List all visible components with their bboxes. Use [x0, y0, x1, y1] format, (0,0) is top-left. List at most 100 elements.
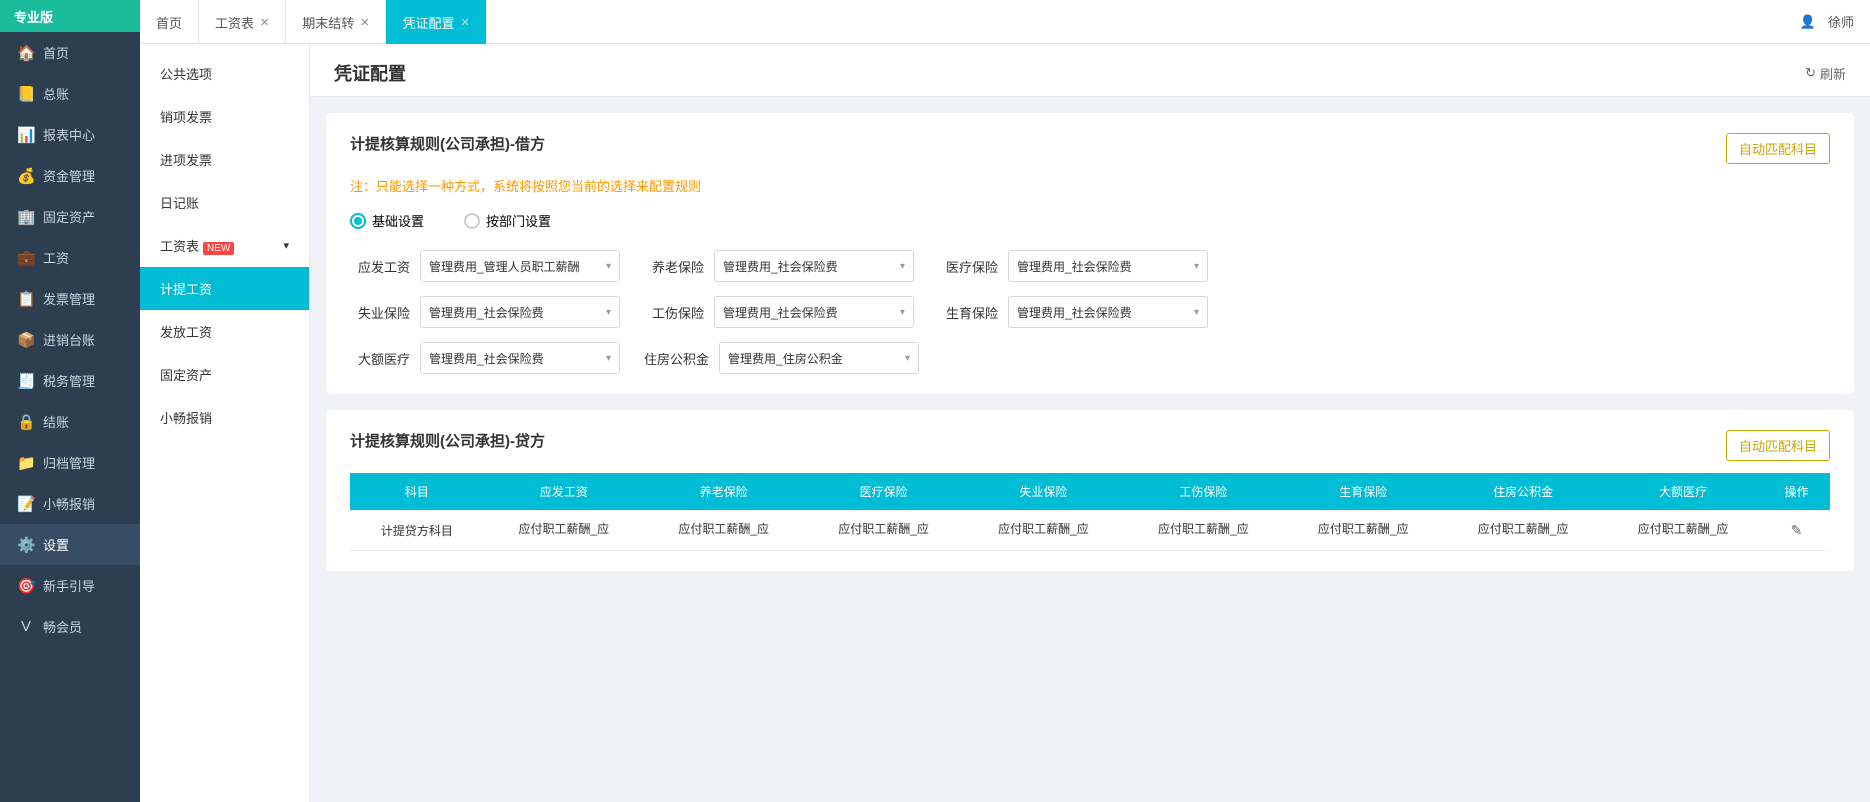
edit-icon[interactable]: ✎	[1791, 522, 1803, 538]
sidebar-item-ledger[interactable]: 📒 总账	[0, 73, 140, 114]
sidebar-label-funds: 资金管理	[43, 166, 95, 185]
left-nav-item-mini-report[interactable]: 小畅报销	[140, 396, 309, 439]
section-credit-header: 计提核算规则(公司承担)-贷方 自动匹配科目	[350, 430, 1830, 461]
left-nav-item-fixed-assets-nav[interactable]: 固定资产	[140, 353, 309, 396]
select-yiliao[interactable]: 管理费用_社会保险费 ▾	[1008, 250, 1208, 282]
sidebar-item-purchase-sales[interactable]: 📦进销台账	[0, 319, 140, 360]
sidebar-item-settings[interactable]: ⚙️设置	[0, 524, 140, 565]
tab-voucher-config[interactable]: 凭证配置 ✕	[386, 0, 486, 44]
field-yiliao: 医疗保险 管理费用_社会保险费 ▾	[938, 250, 1208, 282]
tab-label-payroll: 工资表	[215, 13, 254, 32]
sidebar-icon-purchase-sales: 📦	[17, 331, 35, 349]
auto-match-credit-button[interactable]: 自动匹配科目	[1726, 430, 1830, 461]
sidebar-item-member[interactable]: V 畅会员	[0, 606, 140, 647]
section-credit: 计提核算规则(公司承担)-贷方 自动匹配科目 科目 应发工资 养老保险 医疗保险…	[326, 410, 1854, 571]
th-shiye: 失业保险	[964, 473, 1124, 510]
select-yingfa[interactable]: 管理费用_管理人员职工薪酬 ▾	[420, 250, 620, 282]
page-title: 凭证配置	[334, 60, 406, 86]
main-area: 首页工资表 ✕期末结转 ✕凭证配置 ✕ 👤 徐师 公共选项销项发票进项发票日记账…	[140, 0, 1870, 802]
topbar-right: 👤 徐师	[1800, 12, 1870, 31]
sidebar-label-close: 结账	[43, 412, 69, 431]
sidebar-label-fixed-assets: 固定资产	[43, 207, 95, 226]
left-nav-item-journal[interactable]: 日记账	[140, 181, 309, 224]
select-shiye[interactable]: 管理费用_社会保险费 ▾	[420, 296, 620, 328]
user-label: 徐师	[1828, 12, 1854, 31]
tab-period-close[interactable]: 期末结转 ✕	[286, 0, 386, 44]
chevron-gjj: ▾	[905, 353, 910, 364]
td-row-label: 计提贷方科目	[350, 510, 484, 551]
left-nav-item-purchase-invoice[interactable]: 进项发票	[140, 138, 309, 181]
sidebar-item-salary[interactable]: 💼工资	[0, 237, 140, 278]
sidebar-item-invoice-mgmt[interactable]: 📋发票管理	[0, 278, 140, 319]
chevron-daeyiliao: ▾	[606, 353, 611, 364]
left-nav-item-payroll-table[interactable]: 工资表NEW ▾	[140, 224, 309, 267]
left-nav-label-payroll-table: 工资表NEW	[160, 236, 234, 255]
arrow-payroll-table: ▾	[283, 239, 289, 252]
th-shengyu: 生育保险	[1283, 473, 1443, 510]
sidebar-label-tax-mgmt: 税务管理	[43, 371, 95, 390]
radio-dept-circle[interactable]	[464, 213, 480, 229]
sidebar-label-guide: 新手引导	[43, 576, 95, 595]
auto-match-debit-button[interactable]: 自动匹配科目	[1726, 133, 1830, 164]
refresh-button[interactable]: ↻ 刷新	[1805, 64, 1846, 83]
th-subject: 科目	[350, 473, 484, 510]
radio-basic[interactable]: 基础设置	[350, 211, 424, 230]
sidebar-label-home: 首页	[43, 43, 69, 62]
select-gjj[interactable]: 管理费用_住房公积金 ▾	[719, 342, 919, 374]
radio-dept[interactable]: 按部门设置	[464, 211, 551, 230]
tab-home[interactable]: 首页	[140, 0, 199, 44]
field-yanglao: 养老保险 管理费用_社会保险费 ▾	[644, 250, 914, 282]
field-gjj: 住房公积金 管理费用_住房公积金 ▾	[644, 342, 919, 374]
radio-basic-circle[interactable]	[350, 213, 366, 229]
select-gongshang[interactable]: 管理费用_社会保险费 ▾	[714, 296, 914, 328]
left-nav-label-pay-salary: 发放工资	[160, 322, 212, 341]
sidebar-item-report-mini[interactable]: 📝小畅报销	[0, 483, 140, 524]
sidebar-item-close[interactable]: 🔒结账	[0, 401, 140, 442]
tab-close-payroll[interactable]: ✕	[260, 16, 269, 29]
sidebar-icon-report-mini: 📝	[17, 495, 35, 513]
tab-payroll[interactable]: 工资表 ✕	[199, 0, 286, 44]
sidebar-icon-home: 🏠	[17, 44, 35, 62]
sidebar-item-guide[interactable]: 🎯新手引导	[0, 565, 140, 606]
left-nav-label-journal: 日记账	[160, 193, 199, 212]
sidebar-item-tax-mgmt[interactable]: 🧾 税务管理	[0, 360, 140, 401]
sidebar-label-salary: 工资	[43, 248, 69, 267]
left-nav-item-calc-salary[interactable]: 计提工资	[140, 267, 309, 310]
label-shiye: 失业保险	[350, 303, 410, 322]
sidebar-item-home[interactable]: 🏠 首页	[0, 32, 140, 73]
left-nav-item-public-options[interactable]: 公共选项	[140, 52, 309, 95]
sidebar-label-ledger: 总账	[43, 84, 69, 103]
label-gongshang: 工伤保险	[644, 303, 704, 322]
th-yingfa: 应发工资	[484, 473, 644, 510]
radio-dept-label: 按部门设置	[486, 211, 551, 230]
th-action: 操作	[1763, 473, 1830, 510]
left-nav-item-pay-salary[interactable]: 发放工资	[140, 310, 309, 353]
td-yanglao: 应付职工薪酬_应	[644, 510, 804, 551]
form-row-3: 大额医疗 管理费用_社会保险费 ▾ 住房公积金 管理费用_住房公积金 ▾	[350, 342, 1830, 374]
td-shengyu: 应付职工薪酬_应	[1283, 510, 1443, 551]
sidebar-icon-member: V	[17, 618, 35, 635]
select-daeyiliao[interactable]: 管理费用_社会保险费 ▾	[420, 342, 620, 374]
sidebar-item-archive[interactable]: 📁归档管理	[0, 442, 140, 483]
tab-close-period-close[interactable]: ✕	[360, 16, 369, 29]
select-yanglao[interactable]: 管理费用_社会保险费 ▾	[714, 250, 914, 282]
label-shengyu: 生育保险	[938, 303, 998, 322]
refresh-icon: ↻	[1805, 65, 1816, 81]
sidebar-icon-tax-mgmt: 🧾	[17, 372, 35, 390]
sidebar-item-funds[interactable]: 💰资金管理	[0, 155, 140, 196]
sidebar-icon-ledger: 📒	[17, 85, 35, 103]
tab-close-voucher-config[interactable]: ✕	[461, 16, 470, 29]
sidebar-item-reports[interactable]: 📊报表中心	[0, 114, 140, 155]
sidebar-label-archive: 归档管理	[43, 453, 95, 472]
tab-label-home: 首页	[156, 13, 182, 32]
sidebar-header: 专业版	[0, 0, 140, 32]
sidebar-label-member: 畅会员	[43, 617, 82, 636]
form-row-1: 应发工资 管理费用_管理人员职工薪酬 ▾ 养老保险 管理费用_社会保险费 ▾	[350, 250, 1830, 282]
td-yiliao: 应付职工薪酬_应	[804, 510, 964, 551]
sidebar-item-fixed-assets[interactable]: 🏢固定资产	[0, 196, 140, 237]
chevron-shengyu: ▾	[1194, 307, 1199, 318]
td-edit[interactable]: ✎	[1763, 510, 1830, 551]
select-shengyu[interactable]: 管理费用_社会保险费 ▾	[1008, 296, 1208, 328]
left-nav-item-sales-invoice[interactable]: 销项发票	[140, 95, 309, 138]
field-shengyu: 生育保险 管理费用_社会保险费 ▾	[938, 296, 1208, 328]
